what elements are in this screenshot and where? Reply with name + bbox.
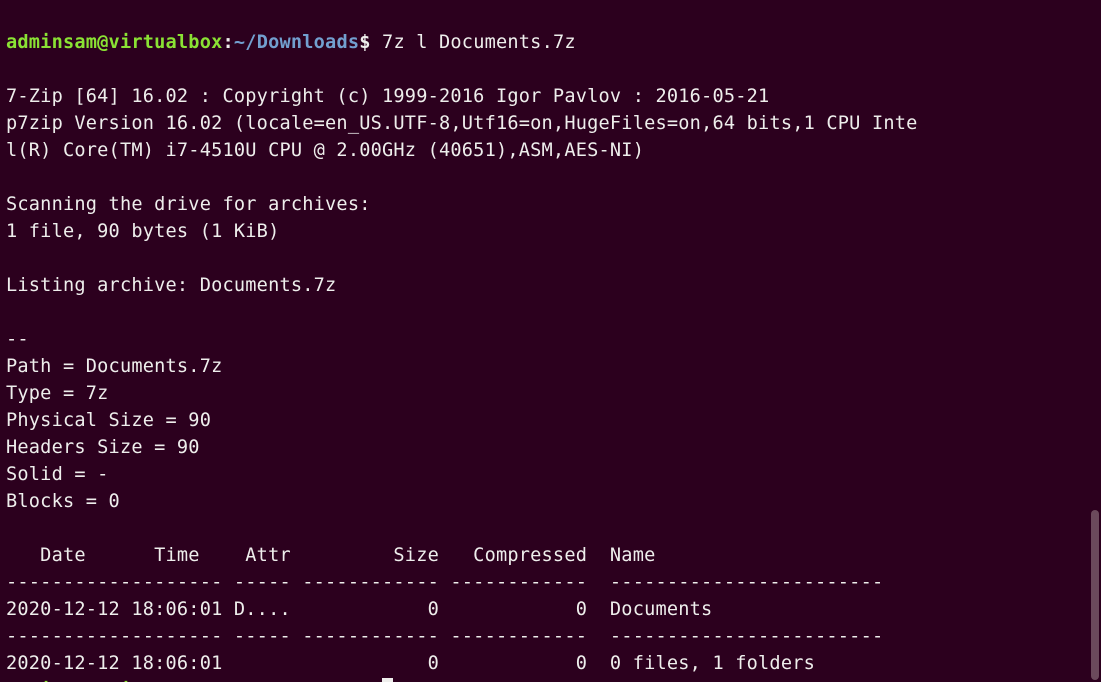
prompt-user: adminsam@virtualbox bbox=[6, 32, 223, 53]
output-line: 1 file, 90 bytes (1 KiB) bbox=[6, 221, 279, 242]
output-line: Type = 7z bbox=[6, 383, 109, 404]
output-line: Blocks = 0 bbox=[6, 491, 120, 512]
output-line: Physical Size = 90 bbox=[6, 410, 211, 431]
output-line: Headers Size = 90 bbox=[6, 437, 200, 458]
table-separator: ------------------- ----- ------------ -… bbox=[6, 626, 883, 647]
prompt-dollar: $ bbox=[359, 32, 370, 53]
output-line: Solid = - bbox=[6, 464, 109, 485]
table-row: 2020-12-12 18:06:01 D.... 0 0 Documents bbox=[6, 599, 712, 620]
cursor-icon bbox=[382, 678, 393, 682]
prompt-colon: : bbox=[223, 32, 234, 53]
prompt-line-1: adminsam@virtualbox:~/Downloads$ 7z l Do… bbox=[6, 32, 576, 53]
command-text: 7z l Documents.7z bbox=[371, 32, 576, 53]
output-line: p7zip Version 16.02 (locale=en_US.UTF-8,… bbox=[6, 113, 918, 134]
scrollbar[interactable] bbox=[1089, 0, 1101, 682]
output-line: 7-Zip [64] 16.02 : Copyright (c) 1999-20… bbox=[6, 86, 769, 107]
table-separator: ------------------- ----- ------------ -… bbox=[6, 572, 883, 593]
scrollbar-thumb[interactable] bbox=[1091, 510, 1099, 680]
output-line: Path = Documents.7z bbox=[6, 356, 223, 377]
terminal[interactable]: adminsam@virtualbox:~/Downloads$ 7z l Do… bbox=[0, 0, 1101, 682]
output-line: l(R) Core(TM) i7-4510U CPU @ 2.00GHz (40… bbox=[6, 140, 644, 161]
output-line: Scanning the drive for archives: bbox=[6, 194, 371, 215]
output-line: -- bbox=[6, 329, 29, 350]
prompt-path: ~/Downloads bbox=[234, 32, 359, 53]
table-summary: 2020-12-12 18:06:01 0 0 0 files, 1 folde… bbox=[6, 653, 815, 674]
output-line: Listing archive: Documents.7z bbox=[6, 275, 336, 296]
table-header: Date Time Attr Size Compressed Name bbox=[6, 545, 655, 566]
